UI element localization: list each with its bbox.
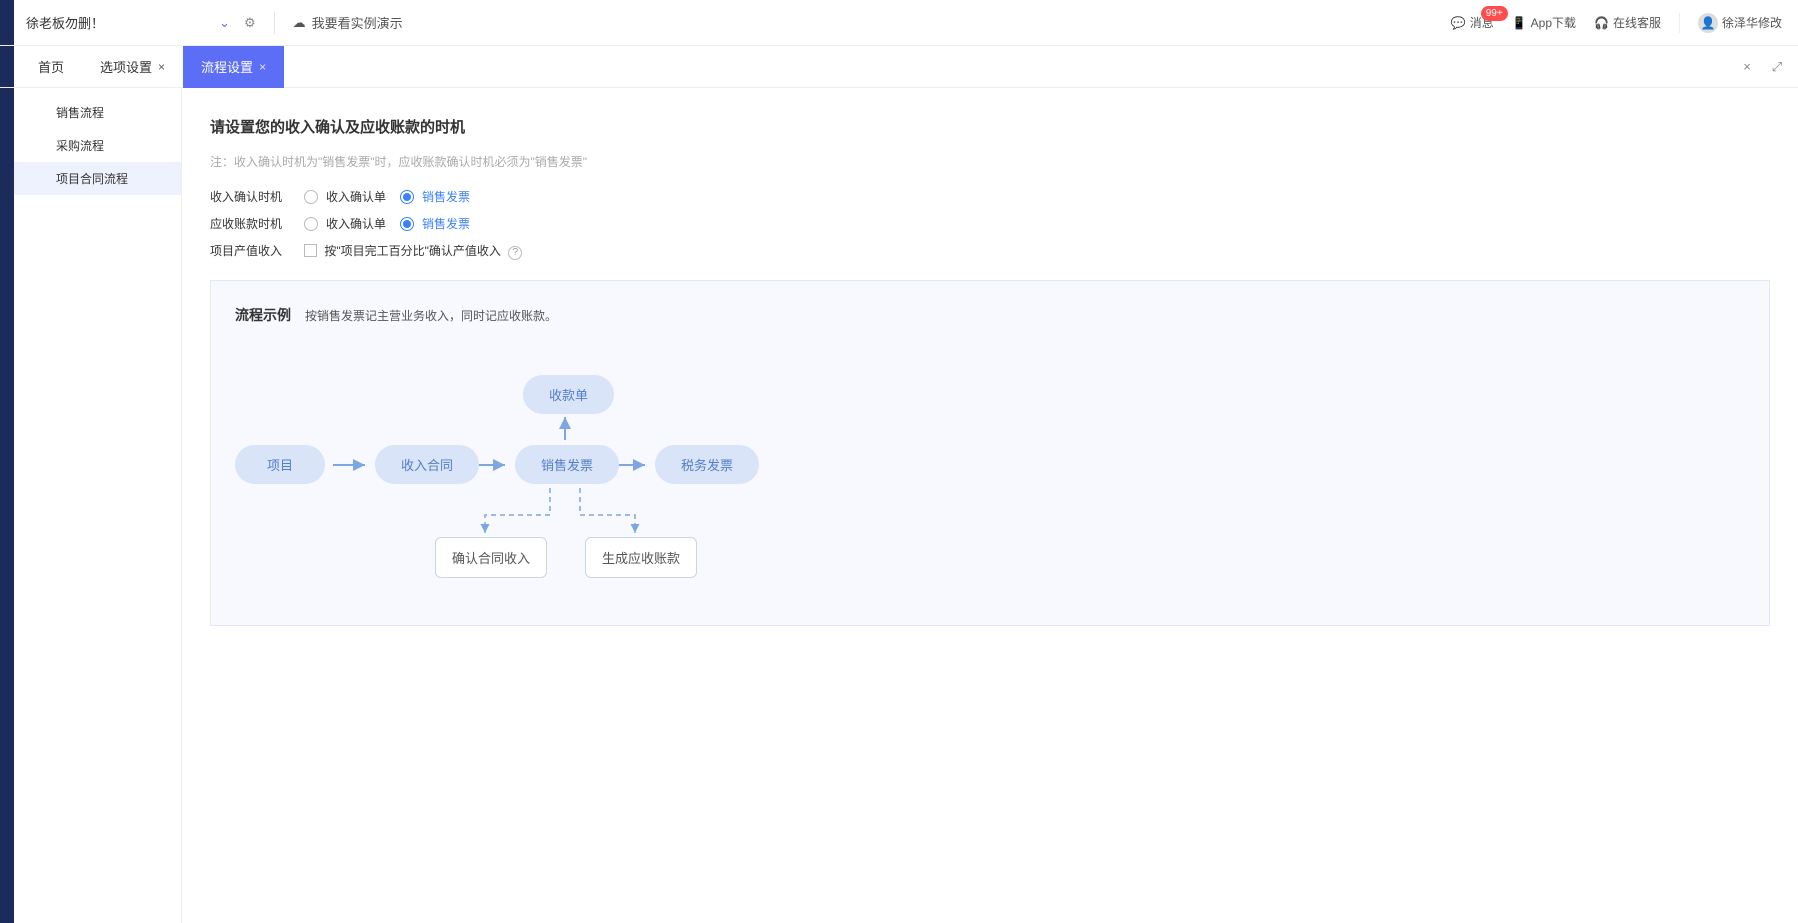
chevron-down-icon: ⌄ [219, 15, 230, 31]
messages-badge: 99+ [1481, 6, 1508, 21]
flow-node-sales-invoice: 销售发票 [515, 445, 619, 484]
flow-node-income-contract: 收入合同 [375, 445, 479, 484]
radio-icon [304, 190, 318, 204]
avatar-icon: 👤 [1698, 13, 1718, 33]
sidebar-item-project-contract[interactable]: 项目合同流程 [14, 162, 181, 195]
gear-icon[interactable]: ⚙ [244, 15, 256, 31]
income-opt-confirm[interactable]: 收入确认单 [304, 188, 386, 205]
top-right-actions: 💬 消息 99+ 📱 App下载 🎧 在线客服 👤 徐泽华修改 [1451, 13, 1782, 33]
tab-options-label: 选项设置 [100, 57, 152, 76]
flow-desc: 按销售发票记主营业务收入，同时记应收账款。 [305, 307, 557, 324]
divider [274, 12, 275, 34]
sidebar-item-label: 采购流程 [56, 139, 104, 153]
app-download-label: App下载 [1531, 14, 1576, 31]
radio-icon [400, 190, 414, 204]
flow-title: 流程示例 [235, 305, 291, 325]
project-value-row: 项目产值收入 按"项目完工百分比"确认产值收入 ? [210, 242, 1770, 260]
radio-label: 销售发票 [422, 215, 470, 232]
income-timing-row: 收入确认时机 收入确认单 销售发票 [210, 188, 1770, 205]
page-title: 请设置您的收入确认及应收账款的时机 [210, 116, 1770, 137]
divider [1679, 13, 1680, 33]
ar-opt-invoice[interactable]: 销售发票 [400, 215, 470, 232]
close-icon[interactable]: × [158, 60, 165, 74]
flow-node-generate-ar: 生成应收账款 [585, 537, 697, 578]
user-menu[interactable]: 👤 徐泽华修改 [1698, 13, 1782, 33]
radio-label: 收入确认单 [326, 188, 386, 205]
sidebar-item-sales[interactable]: 销售流程 [14, 96, 181, 129]
income-timing-label: 收入确认时机 [210, 188, 290, 205]
checkbox-icon [304, 244, 317, 257]
tab-home[interactable]: 首页 [20, 46, 82, 88]
online-cs-button[interactable]: 🎧 在线客服 [1594, 14, 1661, 31]
flow-node-receipt: 收款单 [523, 375, 614, 414]
tab-home-label: 首页 [38, 57, 64, 76]
radio-icon [400, 217, 414, 231]
app-rail[interactable] [0, 0, 14, 923]
income-opt-invoice[interactable]: 销售发票 [400, 188, 470, 205]
note-text: 注：收入确认时机为"销售发票"时，应收账款确认时机必须为"销售发票" [210, 153, 1770, 170]
tab-process-label: 流程设置 [201, 57, 253, 76]
demo-link[interactable]: ☁ 我要看实例演示 [293, 13, 403, 32]
phone-icon: 📱 [1512, 16, 1527, 30]
org-selector[interactable]: 徐老板勿删！ ⌄ [20, 13, 230, 32]
messages-button[interactable]: 💬 消息 99+ [1451, 14, 1494, 31]
radio-label: 收入确认单 [326, 215, 386, 232]
tab-options[interactable]: 选项设置 × [82, 46, 183, 88]
process-sidebar: 销售流程 采购流程 项目合同流程 [14, 88, 182, 923]
expand-icon: ⤢ [1772, 59, 1782, 75]
flow-node-project: 项目 [235, 445, 325, 484]
radio-label: 销售发票 [422, 188, 470, 205]
sidebar-item-label: 销售流程 [56, 106, 104, 120]
message-icon: 💬 [1451, 16, 1466, 30]
flow-example-box: 流程示例 按销售发票记主营业务收入，同时记应收账款。 [210, 280, 1770, 626]
flow-node-tax-invoice: 税务发票 [655, 445, 759, 484]
top-bar: 徐老板勿删！ ⌄ ⚙ ☁ 我要看实例演示 💬 消息 99+ 📱 App下载 🎧 … [0, 0, 1798, 46]
sidebar-item-purchase[interactable]: 采购流程 [14, 129, 181, 162]
ar-opt-confirm[interactable]: 收入确认单 [304, 215, 386, 232]
expand-panel-button[interactable]: ⤢ [1766, 56, 1788, 78]
headset-icon: 🎧 [1594, 16, 1609, 30]
org-name-label: 徐老板勿删！ [26, 13, 104, 32]
tab-row: 首页 选项设置 × 流程设置 × × ⤢ [0, 46, 1798, 88]
ar-timing-row: 应收账款时机 收入确认单 销售发票 [210, 215, 1770, 232]
radio-icon [304, 217, 318, 231]
demo-link-label: 我要看实例演示 [312, 13, 403, 32]
checkbox-label: 按"项目完工百分比"确认产值收入 [324, 244, 501, 258]
tab-process[interactable]: 流程设置 × [183, 46, 284, 88]
flow-node-confirm-income: 确认合同收入 [435, 537, 547, 578]
project-value-label: 项目产值收入 [210, 242, 290, 259]
ar-timing-label: 应收账款时机 [210, 215, 290, 232]
close-icon: × [1743, 59, 1751, 74]
app-download-button[interactable]: 📱 App下载 [1512, 14, 1576, 31]
sidebar-item-label: 项目合同流程 [56, 172, 128, 186]
user-name-label: 徐泽华修改 [1722, 14, 1782, 31]
close-icon[interactable]: × [259, 60, 266, 74]
pct-checkbox[interactable]: 按"项目完工百分比"确认产值收入 ? [304, 242, 522, 260]
close-panel-button[interactable]: × [1736, 56, 1758, 78]
main-panel: 请设置您的收入确认及应收账款的时机 注：收入确认时机为"销售发票"时，应收账款确… [182, 88, 1798, 923]
help-icon[interactable]: ? [508, 246, 522, 260]
cloud-icon: ☁ [293, 15, 306, 31]
online-cs-label: 在线客服 [1613, 14, 1661, 31]
